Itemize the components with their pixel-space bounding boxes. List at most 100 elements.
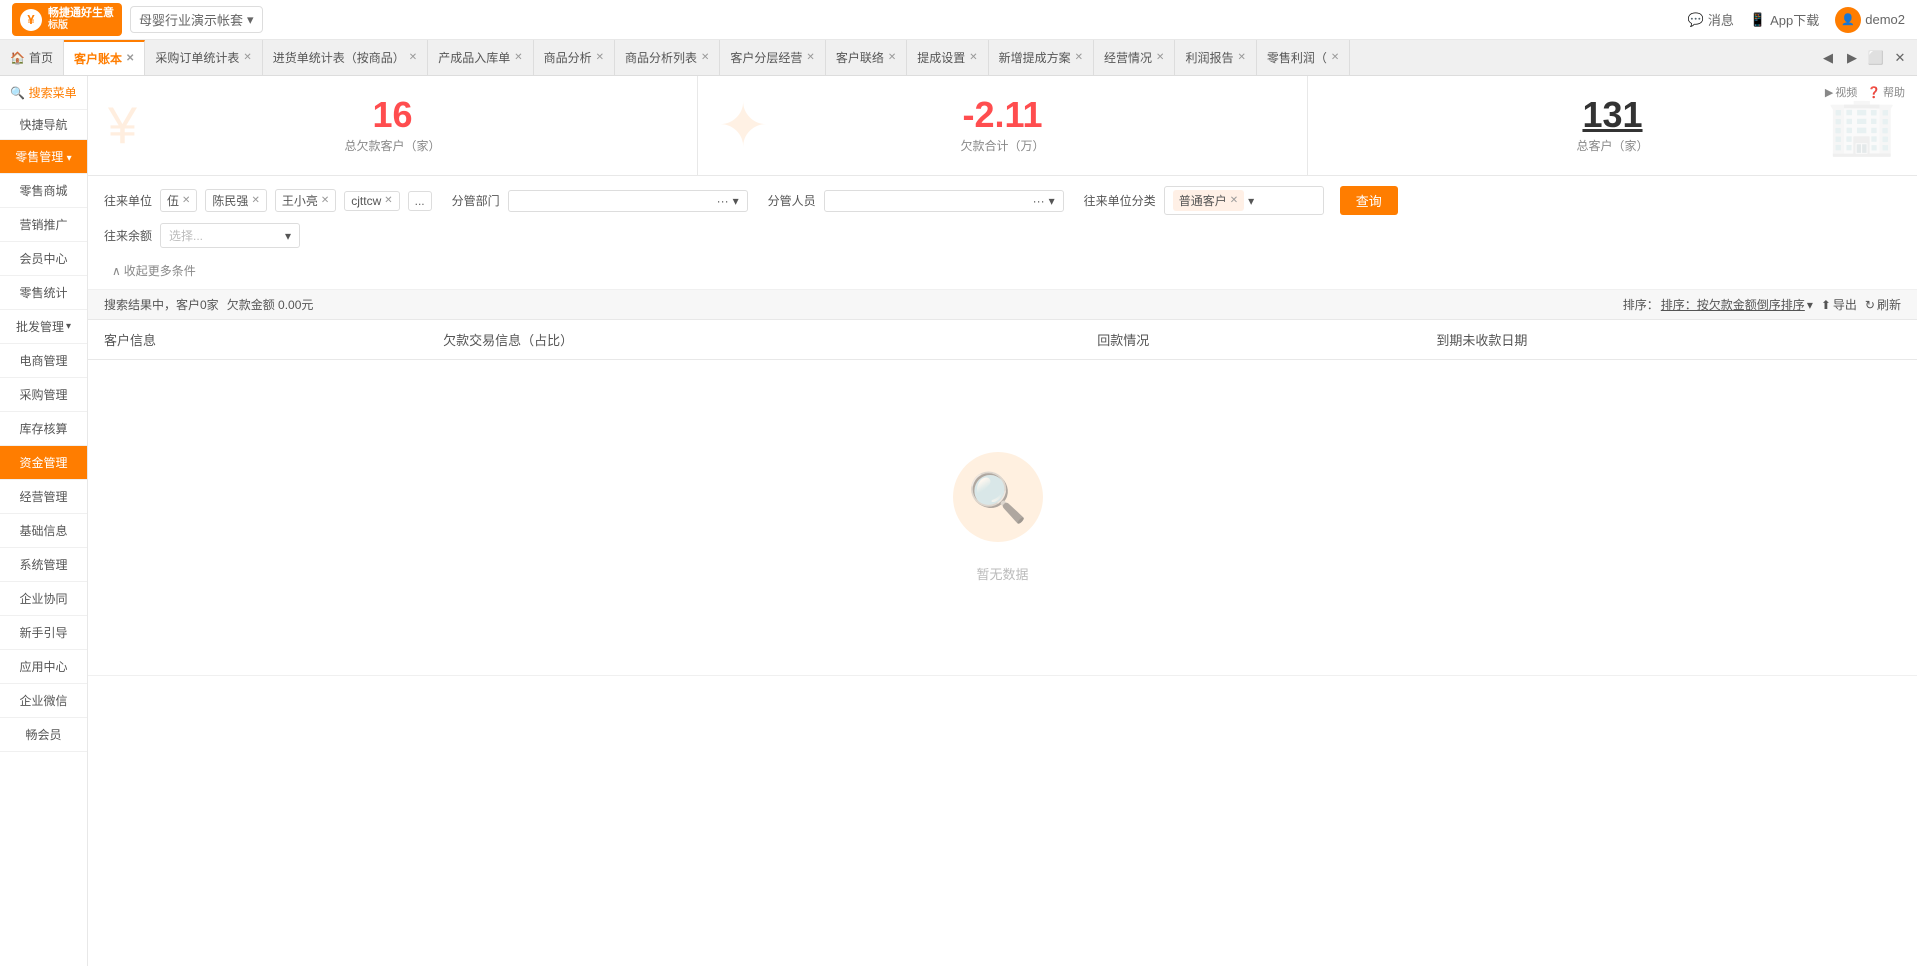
filter-tag-chen: 陈民强 ✕ xyxy=(205,189,266,212)
sidebar-item-app-center[interactable]: 应用中心 xyxy=(0,650,87,684)
dept-select[interactable]: ··· ▾ xyxy=(508,190,748,212)
tab-controls: ◀ ▶ ⬜ ✕ xyxy=(1811,47,1917,69)
sidebar-item-quick-nav[interactable]: 快捷导航 xyxy=(0,110,87,140)
tab-close-all-btn[interactable]: ✕ xyxy=(1889,47,1911,69)
tag-close-cjttcw[interactable]: ✕ xyxy=(384,195,392,206)
filter-tag-cjttcw: cjttcw ✕ xyxy=(344,191,399,211)
unit-more-btn[interactable]: ... xyxy=(408,191,432,211)
sidebar-item-retail-stats[interactable]: 零售统计 xyxy=(0,276,87,310)
person-filter-label: 分管人员 xyxy=(768,192,816,209)
message-btn[interactable]: 💬 消息 xyxy=(1688,10,1734,29)
tab-close-icon[interactable]: ✕ xyxy=(243,52,251,63)
tab-promotion-settings[interactable]: 提成设置 ✕ xyxy=(907,40,988,76)
tag-close-chen[interactable]: ✕ xyxy=(251,195,259,206)
tab-profit-report[interactable]: 利润报告 ✕ xyxy=(1175,40,1256,76)
sidebar-item-basic-info[interactable]: 基础信息 xyxy=(0,514,87,548)
sidebar-item-ecommerce-mgmt[interactable]: 电商管理 xyxy=(0,344,87,378)
chevron-down-icon: ▾ xyxy=(1248,194,1254,208)
tab-next-btn[interactable]: ▶ xyxy=(1841,47,1863,69)
col-credit-info: 欠款交易信息（占比） xyxy=(427,320,1081,360)
tab-customer-accounts[interactable]: 客户账本 ✕ xyxy=(64,40,145,76)
chevron-down-icon: ▾ xyxy=(247,12,254,28)
sidebar-item-wholesale-mgmt[interactable]: 批发管理 ▾ xyxy=(0,310,87,344)
refresh-btn[interactable]: ↻ 刷新 xyxy=(1865,296,1901,313)
tab-inbound-stats[interactable]: 进货单统计表（按商品） ✕ xyxy=(263,40,428,76)
tab-close-icon[interactable]: ✕ xyxy=(806,52,814,63)
tab-expand-btn[interactable]: ⬜ xyxy=(1865,47,1887,69)
sidebar-item-retail-mall[interactable]: 零售商城 xyxy=(0,174,87,208)
unit-category-close[interactable]: ✕ xyxy=(1230,195,1238,206)
tab-purchase-order[interactable]: 采购订单统计表 ✕ xyxy=(145,40,262,76)
tab-close-icon[interactable]: ✕ xyxy=(1156,52,1164,63)
sidebar-item-retail-mgmt[interactable]: 零售管理 ▾ xyxy=(0,140,87,174)
unit-category-label: 往来单位分类 xyxy=(1084,192,1156,209)
tab-product-analysis-list[interactable]: 商品分析列表 ✕ xyxy=(615,40,720,76)
tab-close-icon[interactable]: ✕ xyxy=(1237,52,1245,63)
sidebar-item-member-center[interactable]: 会员中心 xyxy=(0,242,87,276)
tab-prev-btn[interactable]: ◀ xyxy=(1817,47,1839,69)
tag-close-wang[interactable]: ✕ xyxy=(321,195,329,206)
app-download-btn[interactable]: 📱 App下载 xyxy=(1750,10,1819,29)
export-btn[interactable]: ⬆ 导出 xyxy=(1821,296,1857,313)
sidebar-item-inventory-check[interactable]: 库存核算 xyxy=(0,412,87,446)
remainder-select[interactable]: 选择... ▾ xyxy=(160,223,300,248)
total-customers-value: 16 xyxy=(372,97,412,133)
collapse-btn[interactable]: ∧ 收起更多条件 xyxy=(104,258,1901,283)
credit-total-value: -2.11 xyxy=(962,97,1042,133)
tab-home[interactable]: 🏠 首页 xyxy=(0,40,64,76)
all-customers-value: 131 xyxy=(1582,97,1642,133)
tab-close-icon[interactable]: ✕ xyxy=(126,53,134,64)
tab-new-promotion[interactable]: 新增提成方案 ✕ xyxy=(989,40,1094,76)
tag-close-wu[interactable]: ✕ xyxy=(182,195,190,206)
user-menu[interactable]: 👤 demo2 xyxy=(1835,7,1905,33)
refresh-icon: ↻ xyxy=(1865,298,1875,312)
help-icon: ❓ xyxy=(1867,86,1881,99)
tab-customer-tier[interactable]: 客户分层经营 ✕ xyxy=(720,40,825,76)
play-icon: ▶ xyxy=(1825,86,1833,99)
account-selector[interactable]: 母婴行业演示帐套 ▾ xyxy=(130,6,263,33)
query-button[interactable]: 查询 xyxy=(1340,186,1398,215)
chevron-down-icon: ▾ xyxy=(733,194,739,208)
unit-filter-label: 往来单位 xyxy=(104,192,152,209)
tab-retail-profit[interactable]: 零售利润（ ✕ xyxy=(1257,40,1350,76)
sidebar-item-capital-mgmt[interactable]: 资金管理 xyxy=(0,446,87,480)
logo-area: ¥ 畅捷通好生意 标版 xyxy=(12,3,122,36)
stats-row: ¥ 16 总欠款客户（家） ✦ -2.11 欠款合计（万） 🏢 131 总客户（… xyxy=(88,76,1917,176)
unit-category-select[interactable]: 普通客户 ✕ ▾ xyxy=(1164,186,1324,215)
customer-stat-icon: ¥ xyxy=(108,96,137,156)
video-btn[interactable]: ▶ 视频 xyxy=(1825,84,1857,100)
person-select[interactable]: ··· ▾ xyxy=(824,190,1064,212)
tab-close-icon[interactable]: ✕ xyxy=(969,52,977,63)
tab-close-icon[interactable]: ✕ xyxy=(1331,52,1339,63)
chevron-down-icon: ▾ xyxy=(67,153,72,164)
sidebar-item-marketing[interactable]: 营销推广 xyxy=(0,208,87,242)
filter-tag-wang: 王小亮 ✕ xyxy=(275,189,336,212)
sort-select[interactable]: 排序： 排序：按欠款金额倒序排序 ▾ xyxy=(1623,296,1813,313)
sidebar-item-enterprise-wechat[interactable]: 企业微信 xyxy=(0,684,87,718)
sidebar-item-system-mgmt[interactable]: 系统管理 xyxy=(0,548,87,582)
sidebar-item-operations-mgmt[interactable]: 经营管理 xyxy=(0,480,87,514)
tab-close-icon[interactable]: ✕ xyxy=(409,52,417,63)
tab-close-icon[interactable]: ✕ xyxy=(1075,52,1083,63)
tab-product-inbound[interactable]: 产成品入库单 ✕ xyxy=(428,40,533,76)
tab-business-status[interactable]: 经营情况 ✕ xyxy=(1094,40,1175,76)
sidebar-search[interactable]: 🔍 搜索菜单 xyxy=(0,76,87,110)
tab-close-icon[interactable]: ✕ xyxy=(701,52,709,63)
sidebar-item-premium-member[interactable]: 畅会员 xyxy=(0,718,87,752)
help-btn[interactable]: ❓ 帮助 xyxy=(1867,84,1905,100)
empty-icon-circle: 🔍 xyxy=(953,452,1043,542)
tab-product-analysis[interactable]: 商品分析 ✕ xyxy=(534,40,615,76)
tab-close-icon[interactable]: ✕ xyxy=(596,52,604,63)
credit-stat-icon: ✦ xyxy=(718,91,768,161)
tab-close-icon[interactable]: ✕ xyxy=(514,52,522,63)
table-header: 客户信息 欠款交易信息（占比） 回款情况 到期未收款日期 xyxy=(88,320,1917,360)
empty-icon: 🔍 xyxy=(953,452,1053,552)
tab-customer-contact[interactable]: 客户联络 ✕ xyxy=(826,40,907,76)
sidebar-item-new-guide[interactable]: 新手引导 xyxy=(0,616,87,650)
sidebar-item-purchase-mgmt[interactable]: 采购管理 xyxy=(0,378,87,412)
sidebar-item-enterprise-collab[interactable]: 企业协同 xyxy=(0,582,87,616)
remainder-filter-label: 往来余额 xyxy=(104,227,152,244)
tab-close-icon[interactable]: ✕ xyxy=(888,52,896,63)
stat-block-customers: ¥ 16 总欠款客户（家） xyxy=(88,76,698,175)
empty-state: 🔍 暂无数据 xyxy=(104,372,1901,663)
